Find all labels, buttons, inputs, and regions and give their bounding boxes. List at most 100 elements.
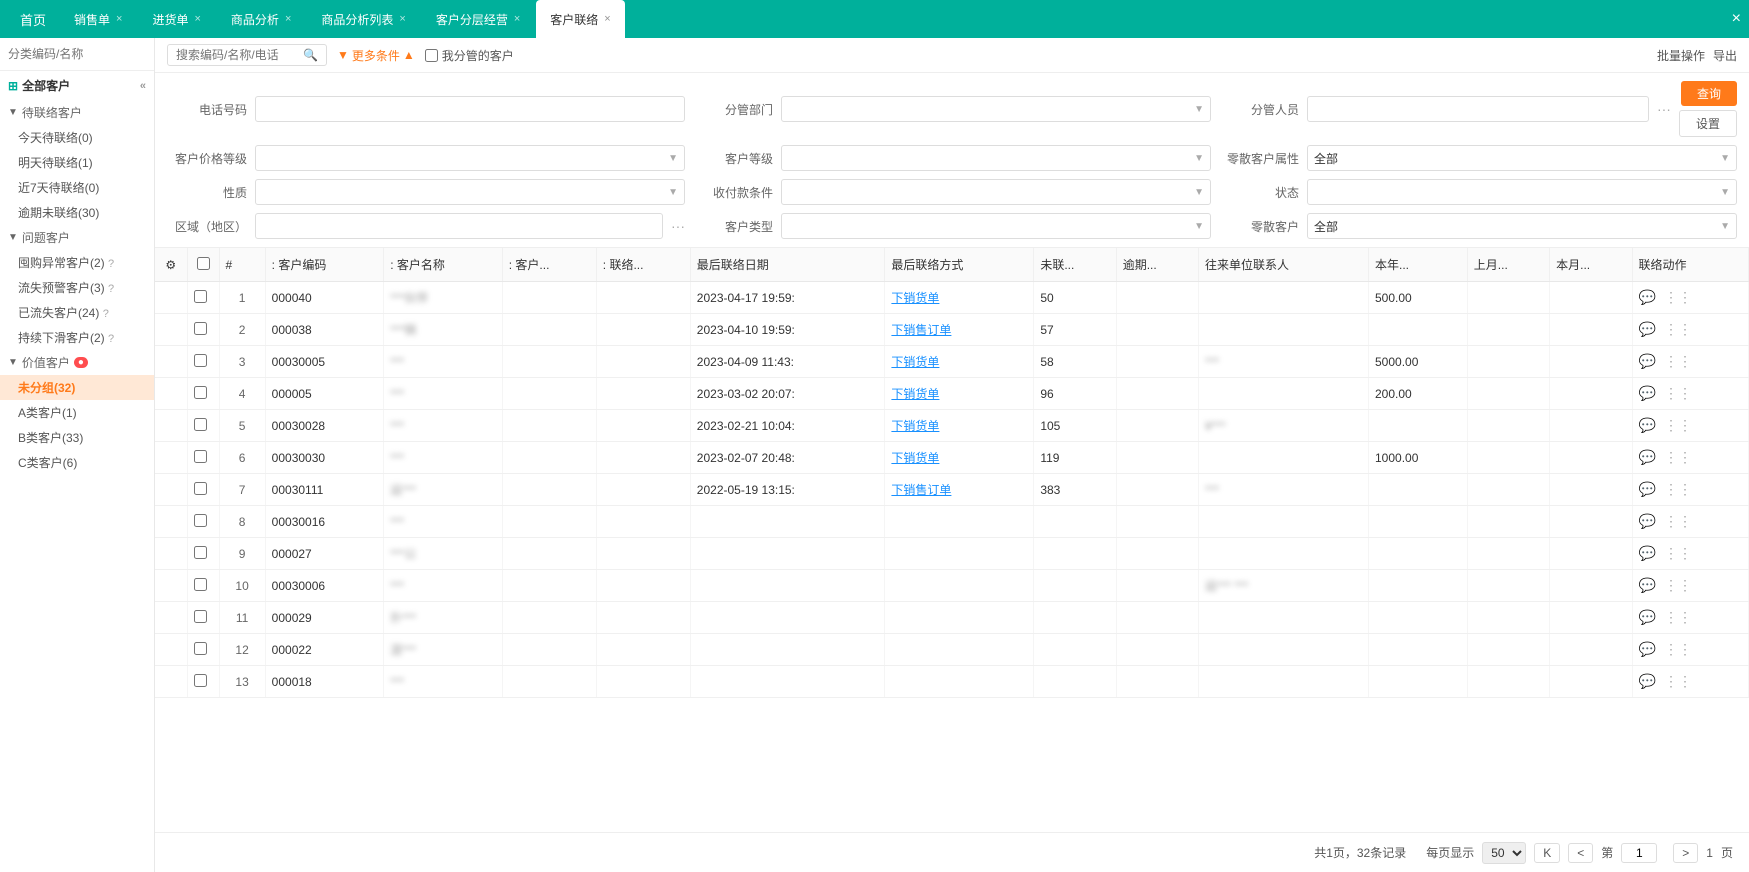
row-last-method-cell[interactable] [885,506,1034,538]
more-actions-icon[interactable]: ⋮⋮ [1664,385,1692,402]
row-last-method-cell[interactable]: 下销货单 [885,282,1034,314]
payment-input[interactable]: ▼ [781,179,1211,205]
nav-tab-sales[interactable]: 销售单 × [60,0,136,38]
col-related-contact-header[interactable]: 往来单位联系人 [1199,248,1369,282]
nav-tab-customer-contact[interactable]: 客户联络 × [536,0,624,38]
sidebar-search-input[interactable] [8,47,155,61]
row-checkbox-cell[interactable] [187,474,219,506]
close-customer-mgmt-tab[interactable]: × [514,13,520,25]
row-last-method-cell[interactable] [885,570,1034,602]
contact-icon[interactable]: 💬 [1639,417,1656,434]
contact-icon[interactable]: 💬 [1639,513,1656,530]
next-page-btn[interactable]: > [1673,843,1698,863]
sidebar-item-today[interactable]: 今天待联络(0) [0,125,154,150]
filter-search-box[interactable]: 🔍 [167,44,327,66]
my-customers-checkbox[interactable]: 我分管的客户 [425,47,514,64]
col-last-date-header[interactable]: 最后联络日期 [690,248,885,282]
col-unliaised-header[interactable]: 未联... [1034,248,1116,282]
contact-icon[interactable]: 💬 [1639,385,1656,402]
col-this-month-header[interactable]: 本月... [1550,248,1632,282]
close-product-list-tab[interactable]: × [399,13,405,25]
home-tab[interactable]: 首页 [8,10,58,29]
col-last-month-header[interactable]: 上月... [1467,248,1549,282]
nav-tab-product-analysis[interactable]: 商品分析 × [217,0,305,38]
more-actions-icon[interactable]: ⋮⋮ [1664,609,1692,626]
sidebar-item-churn-warning[interactable]: 流失预警客户(3) ? [0,275,154,300]
all-customers-header[interactable]: ⊞ 全部客户 « [0,71,154,100]
more-actions-icon[interactable]: ⋮⋮ [1664,289,1692,306]
row-checkbox-cell[interactable] [187,314,219,346]
col-contact-header[interactable]: : 联络... [596,248,690,282]
close-customer-contact-tab[interactable]: × [604,13,610,25]
contact-icon[interactable]: 💬 [1639,577,1656,594]
row-checkbox[interactable] [194,642,207,655]
sidebar-item-a-class[interactable]: A类客户(1) [0,400,154,425]
collapse-icon[interactable]: « [140,80,146,92]
filter-search-input[interactable] [176,48,303,62]
contact-icon[interactable]: 💬 [1639,673,1656,690]
col-code-header[interactable]: : 客户编码 [265,248,384,282]
group-value-customers[interactable]: ▼ 价值客户 ● [0,350,154,375]
group-pending-contact[interactable]: ▼ 待联络客户 [0,100,154,125]
phone-input[interactable] [255,96,685,122]
page-number-input[interactable] [1621,843,1657,863]
close-purchase-tab[interactable]: × [194,13,200,25]
col-this-year-header[interactable]: 本年... [1369,248,1468,282]
more-actions-icon[interactable]: ⋮⋮ [1664,577,1692,594]
sidebar-item-7days[interactable]: 近7天待联络(0) [0,175,154,200]
customer-level-input[interactable]: ▼ [781,145,1211,171]
region-input[interactable] [255,213,663,239]
retail-attr-input[interactable]: 全部 ▼ [1307,145,1737,171]
query-button[interactable]: 查询 [1681,81,1737,106]
contact-icon[interactable]: 💬 [1639,545,1656,562]
reset-button[interactable]: 设置 [1679,110,1737,137]
col-overdue-header[interactable]: 逾期... [1116,248,1198,282]
row-checkbox-cell[interactable] [187,634,219,666]
contact-icon[interactable]: 💬 [1639,449,1656,466]
nav-tab-purchase[interactable]: 进货单 × [138,0,214,38]
row-checkbox[interactable] [194,578,207,591]
my-customers-check[interactable] [425,49,438,62]
row-checkbox-cell[interactable] [187,666,219,698]
contact-icon[interactable]: 💬 [1639,481,1656,498]
contact-icon[interactable]: 💬 [1639,353,1656,370]
customer-type-input[interactable]: ▼ [781,213,1211,239]
more-actions-icon[interactable]: ⋮⋮ [1664,513,1692,530]
row-checkbox[interactable] [194,674,207,687]
region-more-btn[interactable]: ··· [671,218,685,234]
row-checkbox-cell[interactable] [187,602,219,634]
row-last-method-cell[interactable]: 下销货单 [885,346,1034,378]
more-actions-icon[interactable]: ⋮⋮ [1664,641,1692,658]
more-actions-icon[interactable]: ⋮⋮ [1664,449,1692,466]
more-actions-icon[interactable]: ⋮⋮ [1664,353,1692,370]
retail-customer-input[interactable]: 全部 ▼ [1307,213,1737,239]
row-checkbox[interactable] [194,546,207,559]
row-checkbox[interactable] [194,514,207,527]
gender-input[interactable]: ▼ [255,179,685,205]
close-sales-tab[interactable]: × [116,13,122,25]
nav-tab-customer-mgmt[interactable]: 客户分层经营 × [422,0,534,38]
more-actions-icon[interactable]: ⋮⋮ [1664,417,1692,434]
row-last-method-cell[interactable]: 下销货单 [885,410,1034,442]
row-checkbox[interactable] [194,354,207,367]
sidebar-item-overdue[interactable]: 逾期未联络(30) [0,200,154,225]
person-more-btn[interactable]: ··· [1657,101,1671,117]
contact-icon[interactable]: 💬 [1639,289,1656,306]
row-last-method-cell[interactable] [885,634,1034,666]
sidebar-item-ungrouped[interactable]: 未分组(32) [0,375,154,400]
sidebar-item-tomorrow[interactable]: 明天待联络(1) [0,150,154,175]
per-page-select[interactable]: 50 [1482,842,1526,864]
more-actions-icon[interactable]: ⋮⋮ [1664,545,1692,562]
status-input[interactable]: ▼ [1307,179,1737,205]
row-last-method-cell[interactable]: 下销货单 [885,442,1034,474]
more-actions-icon[interactable]: ⋮⋮ [1664,321,1692,338]
sidebar-item-b-class[interactable]: B类客户(33) [0,425,154,450]
row-checkbox[interactable] [194,386,207,399]
sidebar-item-churned[interactable]: 已流失客户(24) ? [0,300,154,325]
batch-operations-btn[interactable]: 批量操作 [1657,47,1705,64]
row-last-method-cell[interactable]: 下销售订单 [885,314,1034,346]
row-checkbox-cell[interactable] [187,346,219,378]
sidebar-item-declining[interactable]: 持续下滑客户(2) ? [0,325,154,350]
more-conditions-btn[interactable]: ▼ 更多条件 ▲ [337,47,415,64]
row-last-method-cell[interactable] [885,666,1034,698]
